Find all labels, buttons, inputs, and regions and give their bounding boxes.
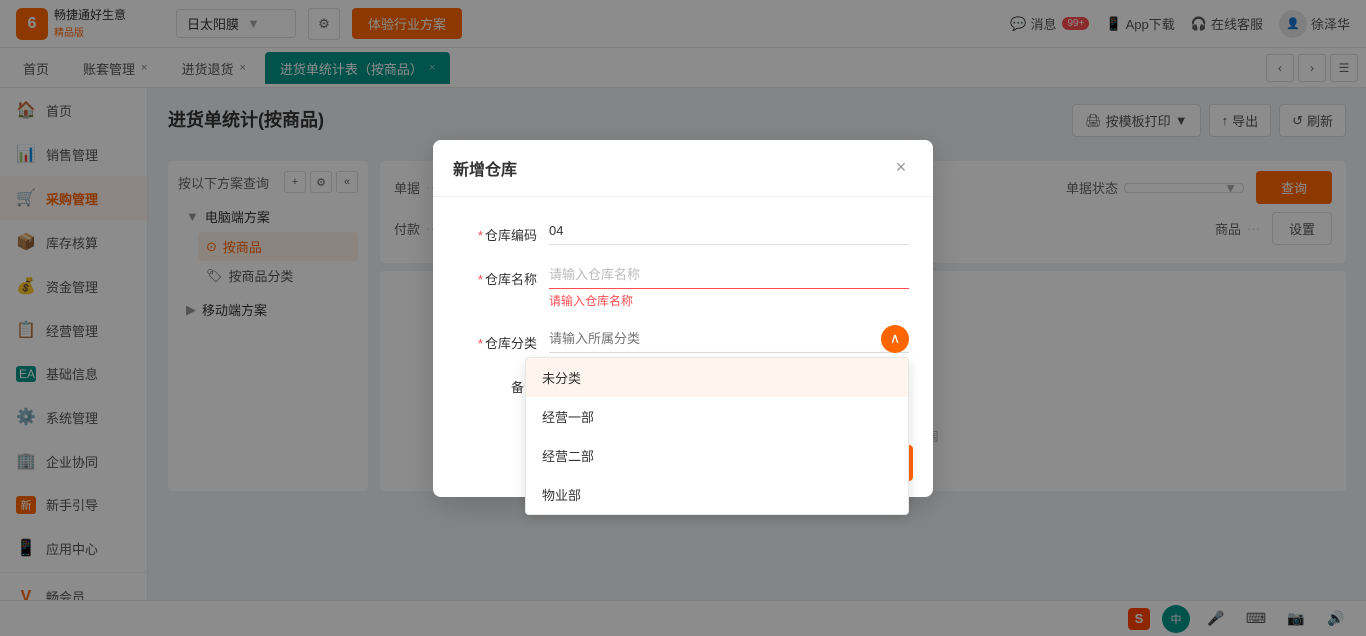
category-input[interactable]	[549, 325, 909, 353]
new-warehouse-modal: 新增仓库 × 仓库编码 仓库名称 请输入仓库名称 仓库分类	[433, 140, 933, 497]
form-row-code: 仓库编码	[457, 217, 909, 245]
modal-body: 仓库编码 仓库名称 请输入仓库名称 仓库分类 ∧	[433, 197, 933, 433]
name-input[interactable]	[549, 261, 909, 289]
dept2-label: 经营二部	[542, 449, 594, 464]
category-control: ∧ 未分类 经营一部 经营二部 物业部	[549, 325, 909, 353]
category-label: 仓库分类	[457, 325, 537, 352]
dropdown-item-dept2[interactable]: 经营二部	[526, 436, 908, 475]
property-label: 物业部	[542, 488, 581, 503]
code-control	[549, 217, 909, 245]
name-error-msg: 请输入仓库名称	[549, 292, 909, 309]
form-row-name: 仓库名称 请输入仓库名称	[457, 261, 909, 309]
dropdown-item-property[interactable]: 物业部	[526, 475, 908, 514]
dropdown-item-dept1[interactable]: 经营一部	[526, 397, 908, 436]
dropdown-item-uncategorized[interactable]: 未分类	[526, 358, 908, 397]
modal-title: 新增仓库	[453, 156, 517, 180]
code-label: 仓库编码	[457, 217, 537, 244]
modal-overlay[interactable]: 新增仓库 × 仓库编码 仓库名称 请输入仓库名称 仓库分类	[0, 0, 1366, 636]
dept1-label: 经营一部	[542, 410, 594, 425]
uncategorized-label: 未分类	[542, 371, 581, 386]
form-row-category: 仓库分类 ∧ 未分类 经营一部 经营二部	[457, 325, 909, 353]
name-control: 请输入仓库名称	[549, 261, 909, 309]
select-arrow-icon[interactable]: ∧	[881, 325, 909, 353]
modal-close-button[interactable]: ×	[889, 156, 913, 180]
code-input[interactable]	[549, 217, 909, 245]
category-dropdown: 未分类 经营一部 经营二部 物业部	[525, 357, 909, 515]
name-label: 仓库名称	[457, 261, 537, 288]
modal-header: 新增仓库 ×	[433, 140, 933, 197]
